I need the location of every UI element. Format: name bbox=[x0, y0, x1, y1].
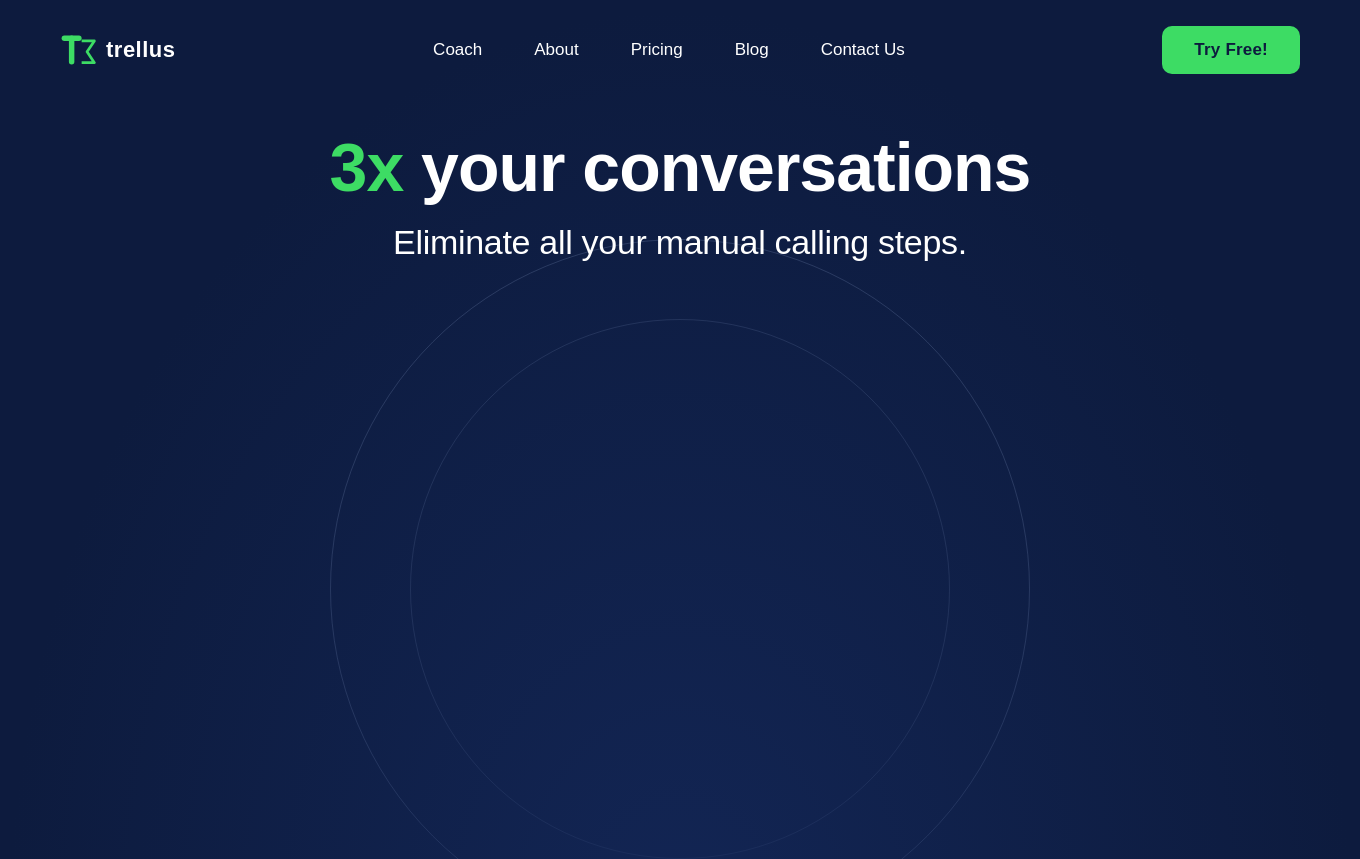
hero-headline-rest: your conversations bbox=[403, 129, 1030, 205]
hero-section: 3x your conversations Eliminate all your… bbox=[0, 100, 1360, 262]
nav-contact[interactable]: Contact Us bbox=[799, 32, 927, 68]
try-free-button[interactable]: Try Free! bbox=[1162, 26, 1300, 74]
svg-rect-1 bbox=[69, 35, 74, 64]
decorative-circles bbox=[330, 239, 1030, 859]
logo-link[interactable]: trellus bbox=[60, 30, 176, 70]
hero-subheadline: Eliminate all your manual calling steps. bbox=[0, 223, 1360, 262]
nav-pricing[interactable]: Pricing bbox=[609, 32, 705, 68]
nav-blog[interactable]: Blog bbox=[713, 32, 791, 68]
logo-icon bbox=[60, 30, 96, 70]
circle-inner bbox=[410, 319, 950, 859]
nav-about[interactable]: About bbox=[512, 32, 600, 68]
logo-text: trellus bbox=[106, 37, 176, 63]
hero-headline: 3x your conversations bbox=[0, 130, 1360, 205]
main-nav: Coach About Pricing Blog Contact Us bbox=[411, 32, 927, 68]
nav-coach[interactable]: Coach bbox=[411, 32, 504, 68]
hero-accent: 3x bbox=[330, 129, 404, 205]
hero-content: 3x your conversations Eliminate all your… bbox=[0, 100, 1360, 262]
header: trellus Coach About Pricing Blog Contact… bbox=[0, 0, 1360, 100]
